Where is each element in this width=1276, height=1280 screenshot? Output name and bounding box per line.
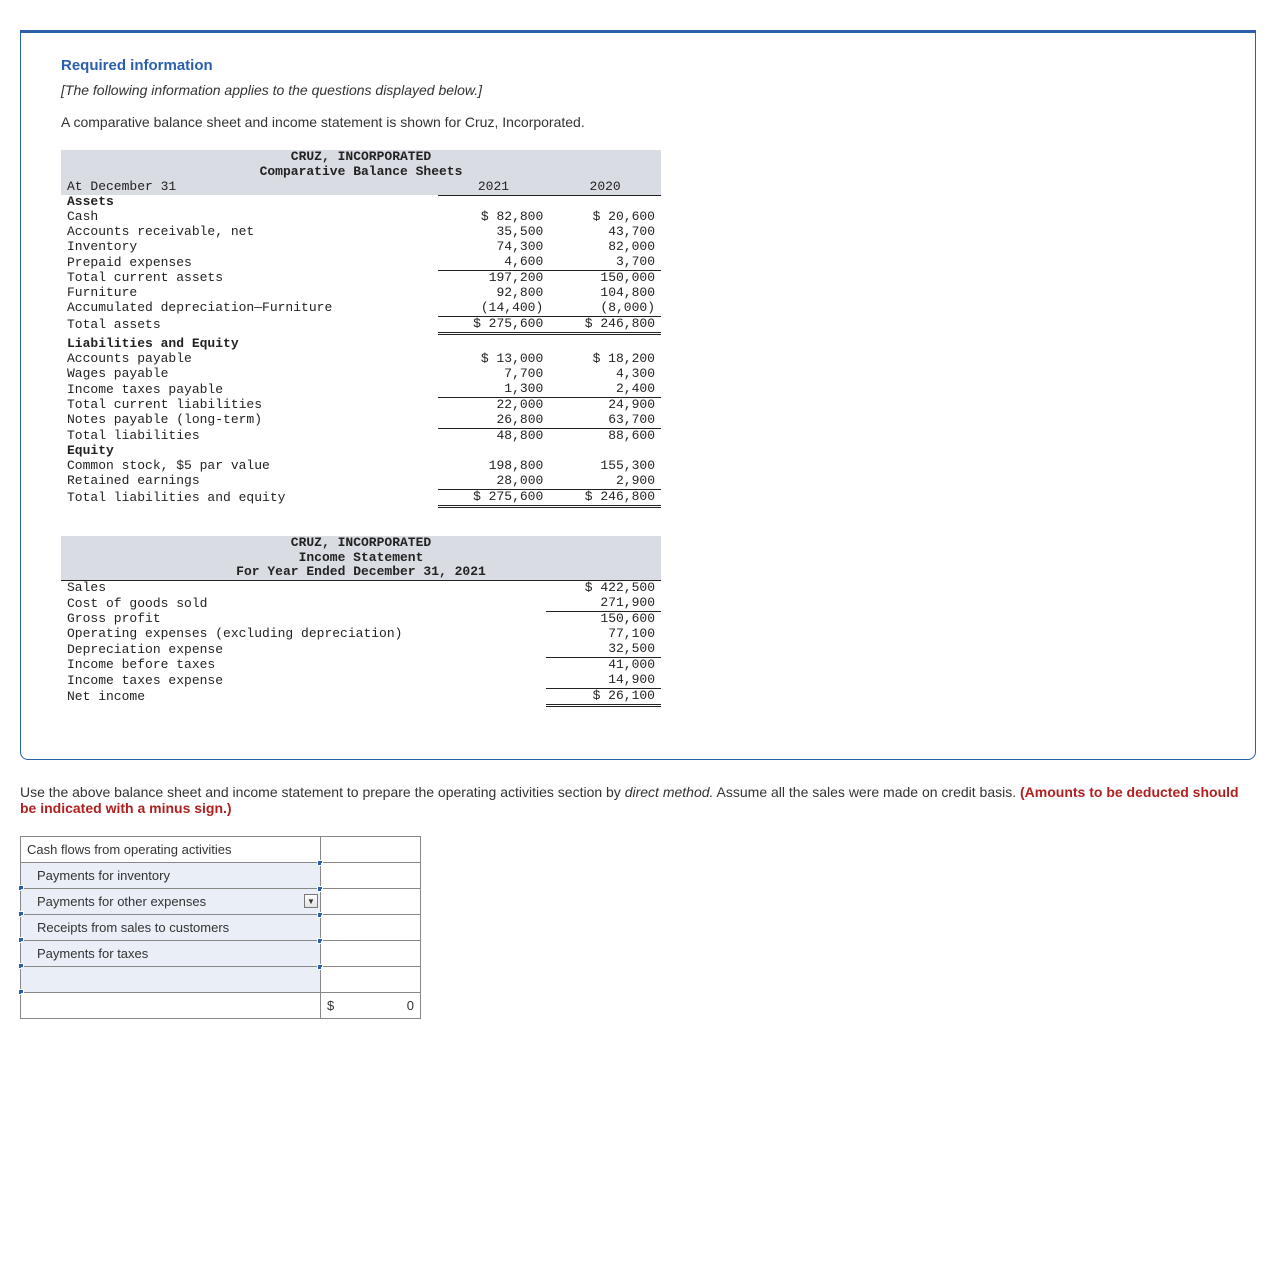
assets-label: Assets (61, 195, 438, 210)
is-company: CRUZ, INCORPORATED (61, 536, 661, 551)
bs-col-2021: 2021 (438, 180, 550, 195)
required-info-title: Required information (61, 57, 1225, 74)
answer-table: Cash flows from operating activities Pay… (20, 836, 421, 1019)
row-furn: Furniture (61, 286, 438, 301)
bs-col-2020: 2020 (549, 180, 661, 195)
bs-company: CRUZ, INCORPORATED (61, 150, 661, 165)
row-sales: Sales (61, 581, 546, 596)
answer-row-5[interactable] (21, 966, 321, 992)
balance-sheet-table: CRUZ, INCORPORATED Comparative Balance S… (61, 150, 661, 508)
row-cash: Cash (61, 210, 438, 225)
row-ite: Income taxes expense (61, 673, 546, 688)
answer-row-1[interactable]: Payments for inventory (21, 862, 321, 888)
dropdown-caret-icon[interactable] (304, 894, 318, 908)
row-np: Notes payable (long-term) (61, 413, 438, 428)
problem-box: Required information [The following info… (20, 30, 1256, 760)
row-ar: Accounts receivable, net (61, 225, 438, 240)
instructions: Use the above balance sheet and income s… (20, 784, 1256, 816)
answer-total: $ 0 (321, 992, 421, 1018)
row-tl: Total liabilities (61, 428, 438, 443)
bs-period-label: At December 31 (61, 180, 438, 195)
answer-header: Cash flows from operating activities (21, 836, 321, 862)
answer-amt-5[interactable] (321, 966, 421, 992)
answer-row-2[interactable]: Payments for other expenses (21, 888, 321, 914)
answer-row-4[interactable]: Payments for taxes (21, 940, 321, 966)
answer-amt-4[interactable] (321, 940, 421, 966)
row-ap: Accounts payable (61, 352, 438, 367)
row-re: Retained earnings (61, 474, 438, 489)
row-prepaid: Prepaid expenses (61, 255, 438, 270)
row-cogs: Cost of goods sold (61, 596, 546, 611)
row-tca: Total current assets (61, 271, 438, 286)
applies-note: [The following information applies to th… (61, 82, 1225, 98)
row-tle: Total liabilities and equity (61, 489, 438, 506)
answer-amt-3[interactable] (321, 914, 421, 940)
row-cs: Common stock, $5 par value (61, 459, 438, 474)
row-opex: Operating expenses (excluding depreciati… (61, 627, 546, 642)
answer-total-label[interactable] (21, 992, 321, 1018)
equity-label: Equity (61, 444, 438, 459)
is-period: For Year Ended December 31, 2021 (61, 565, 661, 580)
row-ta: Total assets (61, 316, 438, 333)
bs-title: Comparative Balance Sheets (61, 165, 661, 180)
is-title: Income Statement (61, 551, 661, 566)
row-dep: Depreciation expense (61, 642, 546, 657)
income-statement-table: CRUZ, INCORPORATED Income Statement For … (61, 536, 661, 707)
row-tcl: Total current liabilities (61, 398, 438, 413)
row-gp: Gross profit (61, 612, 546, 627)
row-inv: Inventory (61, 240, 438, 255)
liab-equity-label: Liabilities and Equity (61, 333, 438, 352)
answer-amt-2[interactable] (321, 888, 421, 914)
row-accdep: Accumulated depreciation—Furniture (61, 301, 438, 316)
answer-header-blank[interactable] (321, 836, 421, 862)
row-ibt: Income before taxes (61, 658, 546, 673)
answer-row-3[interactable]: Receipts from sales to customers (21, 914, 321, 940)
row-itp: Income taxes payable (61, 382, 438, 397)
description: A comparative balance sheet and income s… (61, 114, 1225, 130)
row-wp: Wages payable (61, 367, 438, 382)
row-ni: Net income (61, 688, 546, 705)
answer-amt-1[interactable] (321, 862, 421, 888)
